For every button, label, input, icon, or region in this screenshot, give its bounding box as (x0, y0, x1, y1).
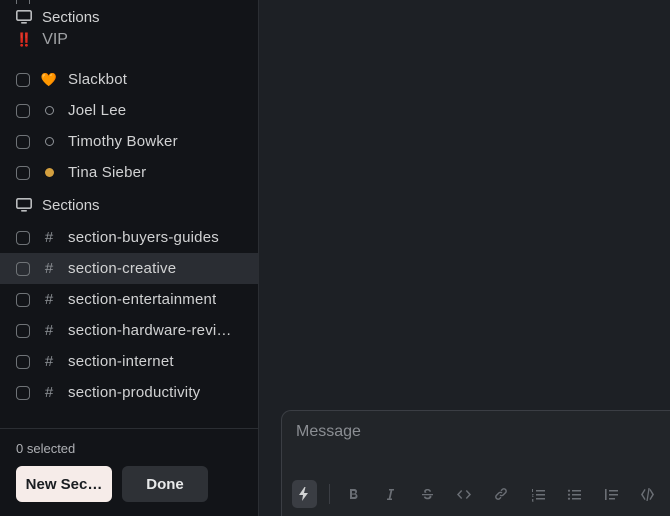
bolt-icon (296, 486, 312, 502)
ul-button[interactable] (562, 480, 587, 508)
ol-button[interactable] (525, 480, 550, 508)
ul-icon (566, 487, 582, 502)
exclamation-icon: ‼️ (16, 32, 32, 48)
dm-name: Slackbot (68, 71, 127, 88)
channel-name: section-entertainment (68, 291, 216, 308)
row-checkbox[interactable] (16, 293, 30, 307)
sections-header[interactable]: Sections (0, 188, 258, 222)
dm-name: Joel Lee (68, 102, 126, 119)
link-icon (493, 486, 509, 502)
vip-label: VIP (42, 31, 68, 49)
row-checkbox[interactable] (16, 73, 30, 87)
desktop-icon (16, 10, 32, 24)
channel-name: section-buyers-guides (68, 229, 219, 246)
main-area (259, 0, 670, 516)
codeblock-button[interactable] (635, 480, 660, 508)
new-section-button[interactable]: New Sec… (16, 466, 112, 502)
dm-row[interactable]: Timothy Bowker (0, 126, 258, 157)
link-button[interactable] (488, 480, 513, 508)
hash-icon: # (42, 384, 56, 401)
channel-name: section-internet (68, 353, 174, 370)
hash-icon: # (42, 353, 56, 370)
code-button[interactable] (452, 480, 477, 508)
quote-icon (603, 487, 619, 502)
toolbar-separator (329, 484, 330, 504)
quote-button[interactable] (599, 480, 624, 508)
ol-icon (530, 487, 546, 502)
presence-away-icon (42, 106, 56, 115)
sidebar-footer: 0 selected New Sec… Done (0, 428, 258, 516)
channel-row[interactable]: # section-hardware-reviews (0, 315, 258, 346)
composer-toolbar (282, 472, 670, 516)
shortcuts-button[interactable] (292, 480, 317, 508)
channel-row[interactable]: # section-buyers-guides (0, 222, 258, 253)
bold-button[interactable] (342, 480, 367, 508)
heart-icon: 🧡 (42, 72, 56, 88)
hash-icon: # (42, 291, 56, 308)
row-checkbox[interactable] (16, 166, 30, 180)
message-input[interactable] (296, 423, 656, 441)
channel-row[interactable]: # section-productivity (0, 377, 258, 408)
dm-name: Timothy Bowker (68, 133, 178, 150)
channel-row[interactable]: # section-creative (0, 253, 258, 284)
channel-name: section-productivity (68, 384, 200, 401)
hash-icon: # (42, 260, 56, 277)
hash-icon: # (42, 322, 56, 339)
sections-header-top-label: Sections (42, 9, 100, 26)
dm-row[interactable]: 🧡 Slackbot (0, 64, 258, 95)
row-checkbox[interactable] (16, 262, 30, 276)
sidebar: Sections ‼️ VIP 🧡 Slackbot Joel Lee Timothy… (0, 0, 259, 516)
italic-button[interactable] (378, 480, 403, 508)
vip-row-peeking: ‼️ VIP (0, 30, 258, 50)
channel-name: section-creative (68, 260, 176, 277)
strike-button[interactable] (415, 480, 440, 508)
dm-row[interactable]: Joel Lee (0, 95, 258, 126)
row-checkbox[interactable] (16, 355, 30, 369)
sections-header-top[interactable]: Sections (0, 4, 258, 30)
presence-active-icon (42, 168, 56, 177)
sidebar-scroll-area: 🧡 Slackbot Joel Lee Timothy Bowker Tina Sieb… (0, 50, 258, 428)
row-checkbox[interactable] (16, 324, 30, 338)
codeblock-icon (639, 487, 656, 502)
desktop-icon (16, 198, 32, 212)
row-checkbox[interactable] (16, 231, 30, 245)
row-checkbox[interactable] (16, 135, 30, 149)
channel-row[interactable]: # section-entertainment (0, 284, 258, 315)
strike-icon (420, 487, 435, 502)
italic-icon (383, 487, 398, 502)
dm-name: Tina Sieber (68, 164, 146, 181)
done-button[interactable]: Done (122, 466, 208, 502)
message-composer (281, 410, 670, 516)
row-checkbox[interactable] (16, 386, 30, 400)
sections-header-label: Sections (42, 197, 100, 214)
bold-icon (346, 487, 361, 502)
code-icon (456, 487, 472, 502)
dm-row[interactable]: Tina Sieber (0, 157, 258, 188)
channel-row[interactable]: # section-internet (0, 346, 258, 377)
channel-name: section-hardware-reviews (68, 322, 238, 339)
row-checkbox[interactable] (16, 104, 30, 118)
presence-away-icon (42, 137, 56, 146)
hash-icon: # (42, 229, 56, 246)
selected-count: 0 selected (16, 441, 242, 456)
